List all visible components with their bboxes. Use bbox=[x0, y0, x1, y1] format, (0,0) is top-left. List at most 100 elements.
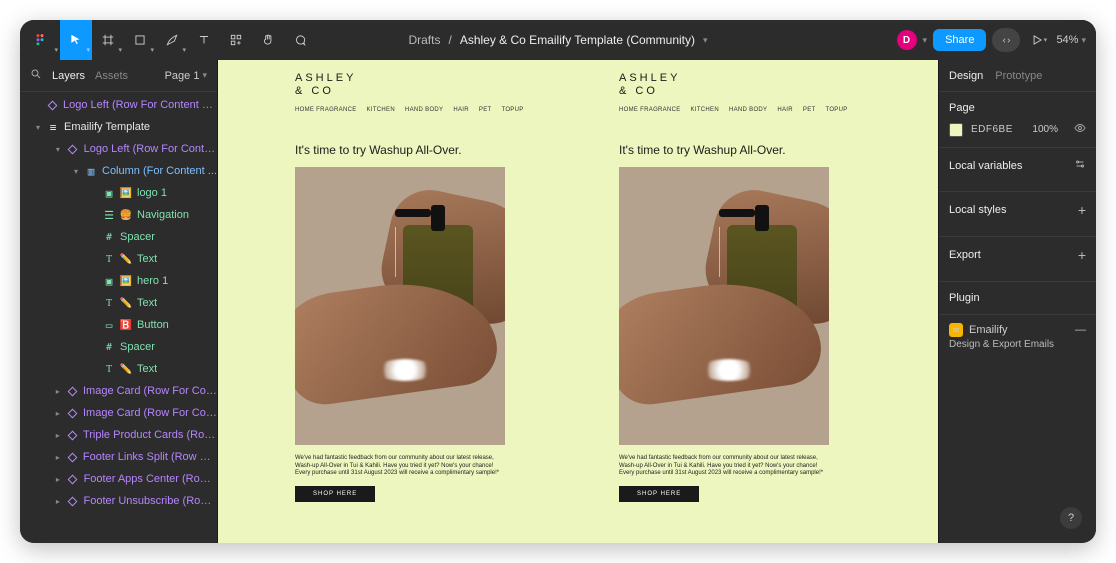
layer-row[interactable]: T✏️Text bbox=[20, 358, 217, 380]
nav-link[interactable]: HAIR bbox=[777, 107, 793, 113]
plus-icon[interactable]: + bbox=[1078, 202, 1086, 218]
layer-row[interactable]: ▭🅱️Button bbox=[20, 314, 217, 336]
twisty-icon[interactable]: ▾ bbox=[34, 123, 42, 132]
avatar[interactable]: D bbox=[897, 30, 917, 50]
help-button[interactable]: ? bbox=[1060, 507, 1082, 529]
resources-tool[interactable] bbox=[220, 20, 252, 60]
nav-link[interactable]: TOPUP bbox=[501, 107, 523, 113]
nav-link[interactable]: HOME FRAGRANCE bbox=[619, 107, 681, 113]
twisty-icon[interactable]: ▸ bbox=[54, 387, 62, 396]
frame-tool[interactable]: ▾ bbox=[92, 20, 124, 60]
minus-icon[interactable]: — bbox=[1075, 324, 1086, 336]
tab-assets[interactable]: Assets bbox=[95, 70, 128, 82]
nav-link[interactable]: KITCHEN bbox=[691, 107, 719, 113]
nav-link[interactable]: HAIR bbox=[453, 107, 469, 113]
nav-link[interactable]: PET bbox=[803, 107, 816, 113]
nav-link[interactable]: KITCHEN bbox=[367, 107, 395, 113]
layer-row[interactable]: T✏️Text bbox=[20, 292, 217, 314]
visibility-toggle-icon[interactable] bbox=[1074, 122, 1086, 137]
artboard-2[interactable]: ASHLEY& COHOME FRAGRANCEKITCHENHAND BODY… bbox=[619, 68, 901, 535]
hand-tool[interactable] bbox=[252, 20, 284, 60]
move-tool[interactable]: ▾ bbox=[60, 20, 92, 60]
twisty-icon[interactable]: ▸ bbox=[54, 431, 62, 440]
local-styles-section[interactable]: Local styles + bbox=[939, 192, 1096, 237]
local-styles-label: Local styles bbox=[949, 204, 1006, 216]
layer-row[interactable]: ▾▥Column (For Content ... bbox=[20, 160, 217, 182]
hero-image bbox=[619, 167, 829, 445]
document-title[interactable]: Drafts / Ashley & Co Emailify Template (… bbox=[408, 33, 707, 47]
pen-tool[interactable]: ▾ bbox=[156, 20, 188, 60]
layer-row[interactable]: ☰🍔Navigation bbox=[20, 204, 217, 226]
zoom-control[interactable]: 54% ▾ bbox=[1056, 34, 1086, 46]
twisty-icon[interactable]: ▸ bbox=[54, 409, 62, 418]
layer-name: Image Card (Row For Cont... bbox=[83, 385, 217, 397]
layer-row[interactable]: #Spacer bbox=[20, 336, 217, 358]
plugin-icon: ✉ bbox=[949, 323, 963, 337]
layer-name: Triple Product Cards (Row ... bbox=[83, 429, 217, 441]
layer-row[interactable]: ▸ Image Card (Row For Cont... bbox=[20, 380, 217, 402]
layer-row[interactable]: ▣🖼️logo 1 bbox=[20, 182, 217, 204]
comment-tool[interactable] bbox=[284, 20, 316, 60]
layer-name: hero 1 bbox=[137, 275, 168, 287]
body-copy: We've had fantastic feedback from our co… bbox=[619, 455, 829, 478]
text-tool[interactable] bbox=[188, 20, 220, 60]
nav-row: HOME FRAGRANCE KITCHEN HAND BODY HAIR PET TOP… bbox=[619, 107, 848, 113]
background-fill-row[interactable]: EDF6BE 100% bbox=[949, 122, 1086, 137]
chevron-down-icon: ▾ bbox=[202, 70, 207, 81]
export-section[interactable]: Export+ bbox=[939, 237, 1096, 282]
layer-name: logo 1 bbox=[137, 187, 167, 199]
color-swatch[interactable] bbox=[949, 123, 963, 137]
layers-list[interactable]: Logo Left (Row For Content Co...▾≡Emaili… bbox=[20, 92, 217, 543]
search-icon[interactable] bbox=[30, 68, 42, 83]
page-selector[interactable]: Page 1 ▾ bbox=[165, 70, 207, 82]
cta-button[interactable]: SHOP HERE bbox=[619, 486, 699, 502]
local-variables-section[interactable]: Local variables bbox=[939, 148, 1096, 192]
tab-prototype[interactable]: Prototype bbox=[995, 70, 1042, 82]
canvas[interactable]: ASHLEY& COHOME FRAGRANCEKITCHENHAND BODY… bbox=[218, 60, 938, 543]
layer-row[interactable]: ▾Logo Left (Row For Conte... bbox=[20, 138, 217, 160]
code-icon bbox=[1001, 35, 1012, 46]
main-menu-button[interactable]: ▾ bbox=[20, 20, 60, 60]
layer-row[interactable]: ▸Footer Unsubscribe (Row ... bbox=[20, 490, 217, 512]
settings-icon[interactable] bbox=[1074, 158, 1086, 173]
layer-type-icon: ☰ bbox=[103, 209, 115, 222]
artboard-1[interactable]: ASHLEY& COHOME FRAGRANCEKITCHENHAND BODY… bbox=[295, 68, 577, 535]
layer-row[interactable]: T✏️Text bbox=[20, 248, 217, 270]
twisty-icon[interactable]: ▸ bbox=[54, 475, 62, 484]
share-button[interactable]: Share bbox=[933, 29, 986, 51]
nav-link[interactable]: HAND BODY bbox=[405, 107, 443, 113]
shape-tool[interactable]: ▾ bbox=[124, 20, 156, 60]
dev-mode-toggle[interactable] bbox=[992, 28, 1020, 52]
twisty-icon[interactable]: ▾ bbox=[54, 145, 62, 154]
layer-row[interactable]: ▸Footer Links Split (Row For... bbox=[20, 446, 217, 468]
twisty-icon[interactable]: ▾ bbox=[72, 167, 80, 176]
cta-button[interactable]: SHOP HERE bbox=[295, 486, 375, 502]
tab-design[interactable]: Design bbox=[949, 70, 983, 82]
opacity-value[interactable]: 100% bbox=[1032, 124, 1058, 135]
hero-image bbox=[295, 167, 505, 445]
headline: It's time to try Washup All-Over. bbox=[295, 143, 462, 157]
present-button[interactable]: ▾ bbox=[1026, 28, 1050, 52]
nav-link[interactable]: PET bbox=[479, 107, 492, 113]
nav-link[interactable]: HAND BODY bbox=[729, 107, 767, 113]
twisty-icon[interactable]: ▸ bbox=[54, 453, 62, 462]
layer-row[interactable]: ▾≡Emailify Template bbox=[20, 116, 217, 138]
layer-row[interactable]: ▸Image Card (Row For Cont... bbox=[20, 402, 217, 424]
tab-layers[interactable]: Layers bbox=[52, 70, 85, 82]
layer-row[interactable]: ▣🖼️hero 1 bbox=[20, 270, 217, 292]
layer-type-icon: T bbox=[103, 298, 115, 309]
layer-row[interactable]: #Spacer bbox=[20, 226, 217, 248]
plugin-row[interactable]: ✉ Emailify — bbox=[939, 315, 1096, 339]
hex-value[interactable]: EDF6BE bbox=[971, 124, 1013, 135]
avatar-chevron-icon[interactable]: ▾ bbox=[923, 35, 928, 46]
layer-row[interactable]: ▸ Triple Product Cards (Row ... bbox=[20, 424, 217, 446]
nav-link[interactable]: TOPUP bbox=[825, 107, 847, 113]
frame-icon bbox=[101, 33, 115, 47]
twisty-icon[interactable]: ▸ bbox=[54, 497, 62, 506]
nav-link[interactable]: HOME FRAGRANCE bbox=[295, 107, 357, 113]
layer-name: Button bbox=[137, 319, 169, 331]
layer-row[interactable]: ▸Footer Apps Center (Row ... bbox=[20, 468, 217, 490]
plus-icon[interactable]: + bbox=[1078, 247, 1086, 263]
layer-row[interactable]: Logo Left (Row For Content Co... bbox=[20, 94, 217, 116]
toolbar-left-group: ▾ ▾ ▾ ▾ ▾ bbox=[20, 20, 316, 60]
